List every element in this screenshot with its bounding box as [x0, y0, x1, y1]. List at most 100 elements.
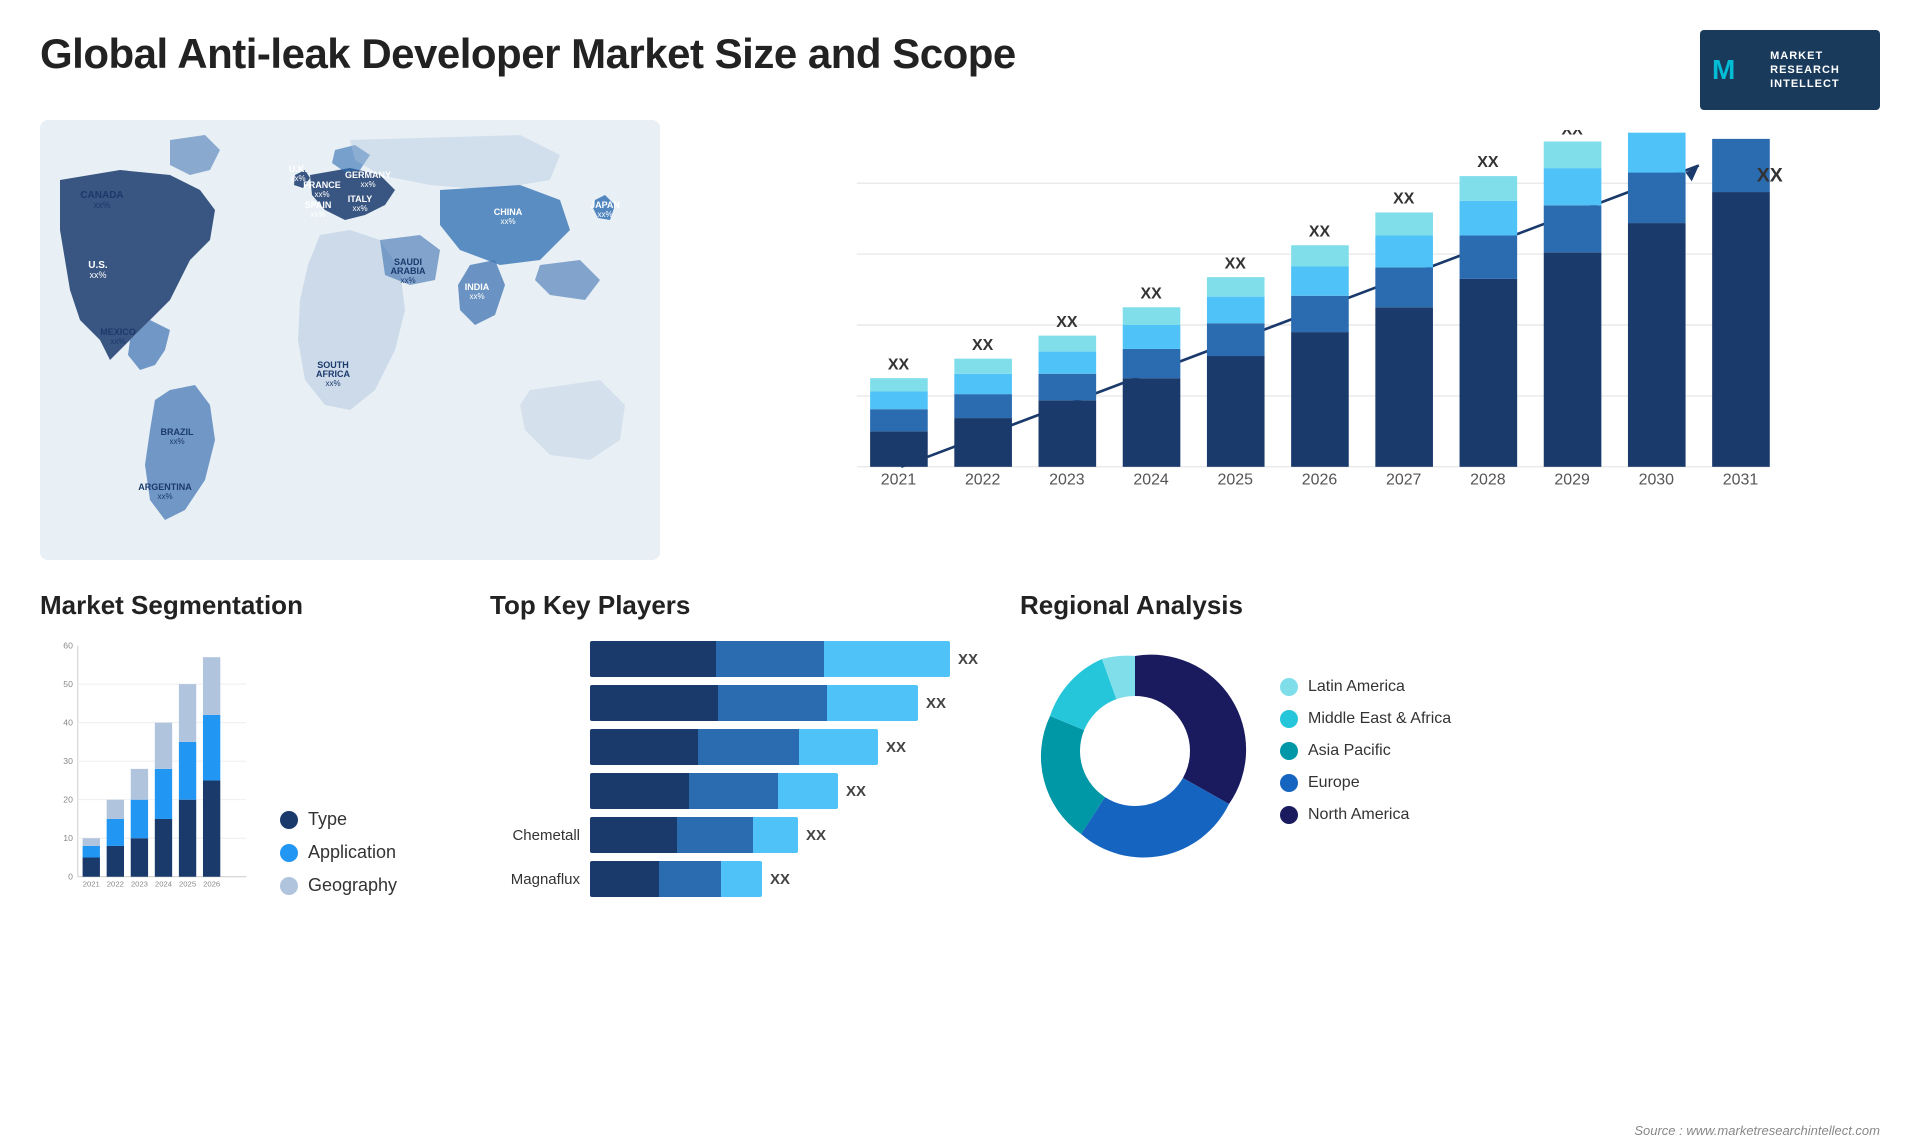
legend-latin-america: Latin America — [1280, 678, 1451, 696]
germany-label: GERMANY — [345, 170, 391, 180]
svg-text:XX: XX — [1140, 285, 1162, 302]
svg-text:0: 0 — [68, 872, 73, 882]
player-row-6: Magnaflux XX — [490, 861, 990, 897]
legend-europe: Europe — [1280, 774, 1451, 792]
donut-hole — [1080, 696, 1190, 806]
player-row-2: XX — [490, 685, 990, 721]
segmentation-legend: Type Application Geography — [280, 809, 397, 896]
svg-text:2025: 2025 — [179, 879, 196, 888]
svg-text:XX: XX — [1393, 191, 1415, 208]
player-label-2: XX — [926, 695, 946, 712]
svg-text:2026: 2026 — [1302, 472, 1338, 489]
player-row-3: XX — [490, 729, 990, 765]
svg-text:50: 50 — [63, 679, 73, 689]
svg-text:40: 40 — [63, 718, 73, 728]
svg-text:xx%: xx% — [500, 217, 515, 226]
svg-text:XX: XX — [888, 356, 910, 373]
player-label-6: XX — [770, 871, 790, 888]
player-bar-container-5: XX — [590, 817, 990, 853]
player-label-3: XX — [886, 739, 906, 756]
logo-box: M MARKET RESEARCH INTELLECT — [1700, 30, 1880, 110]
regional-content: Latin America Middle East & Africa Asia … — [1020, 636, 1880, 866]
header: Global Anti-leak Developer Market Size a… — [0, 0, 1920, 120]
svg-text:XX: XX — [1477, 154, 1499, 171]
svg-text:xx%: xx% — [314, 190, 329, 199]
svg-text:10: 10 — [63, 833, 73, 843]
svg-text:2027: 2027 — [1386, 472, 1422, 489]
svg-text:xx%: xx% — [110, 337, 125, 346]
svg-text:xx%: xx% — [400, 276, 415, 285]
svg-text:xx%: xx% — [310, 210, 325, 219]
logo-text: MARKET RESEARCH INTELLECT — [1770, 49, 1840, 92]
svg-text:AFRICA: AFRICA — [316, 369, 350, 379]
legend-item-type: Type — [280, 809, 397, 830]
regional-legend: Latin America Middle East & Africa Asia … — [1280, 678, 1451, 824]
svg-text:2023: 2023 — [131, 879, 148, 888]
source-text: Source : www.marketresearchintellect.com — [1634, 1123, 1880, 1138]
bottom-area: Market Segmentation 0 10 20 30 40 50 60 — [0, 570, 1920, 907]
application-label: Application — [308, 842, 396, 863]
svg-text:xx%: xx% — [169, 437, 184, 446]
player-bar-container-6: XX — [590, 861, 990, 897]
type-label: Type — [308, 809, 347, 830]
donut-chart-container — [1020, 636, 1250, 866]
svg-text:xx%: xx% — [157, 492, 172, 501]
svg-text:60: 60 — [63, 641, 73, 651]
player-bar-container-1: XX — [590, 641, 990, 677]
segmentation-content: 0 10 20 30 40 50 60 2021 — [40, 636, 460, 896]
logo-area: M MARKET RESEARCH INTELLECT — [1700, 30, 1880, 110]
svg-text:xx%: xx% — [325, 379, 340, 388]
world-map-section: CANADA xx% U.S. xx% MEXICO xx% BRAZIL xx… — [40, 120, 660, 560]
segmentation-section: Market Segmentation 0 10 20 30 40 50 60 — [40, 590, 460, 897]
svg-text:2028: 2028 — [1470, 472, 1506, 489]
player-bar-container-3: XX — [590, 729, 990, 765]
player-bar-5 — [590, 817, 798, 853]
application-dot — [280, 844, 298, 862]
bar-chart-section: XX 2021 XX 2022 XX 2023 XX 2024 — [680, 120, 1880, 560]
logo-letter: M — [1712, 54, 1735, 86]
svg-text:xx%: xx% — [93, 200, 110, 210]
svg-text:30: 30 — [63, 756, 73, 766]
segmentation-chart-svg: 0 10 20 30 40 50 60 2021 — [40, 636, 260, 896]
svg-text:xx%: xx% — [469, 292, 484, 301]
middle-east-label: Middle East & Africa — [1308, 710, 1451, 728]
svg-text:xx%: xx% — [89, 270, 106, 280]
legend-item-geography: Geography — [280, 875, 397, 896]
north-america-label: North America — [1308, 806, 1409, 824]
regional-section: Regional Analysis — [1020, 590, 1880, 897]
spain-label: SPAIN — [305, 200, 332, 210]
player-bar-4 — [590, 773, 838, 809]
segmentation-title: Market Segmentation — [40, 590, 460, 621]
logo-line3: INTELLECT — [1770, 77, 1840, 91]
legend-asia-pacific: Asia Pacific — [1280, 742, 1451, 760]
geography-label: Geography — [308, 875, 397, 896]
svg-text:2026: 2026 — [203, 879, 220, 888]
svg-text:XX: XX — [1561, 130, 1583, 138]
player-row-5: Chemetall XX — [490, 817, 990, 853]
logo-line2: RESEARCH — [1770, 63, 1840, 77]
svg-text:XX: XX — [1225, 255, 1247, 272]
middle-east-dot — [1280, 710, 1298, 728]
svg-text:XX: XX — [1757, 164, 1783, 186]
page-title: Global Anti-leak Developer Market Size a… — [40, 30, 1016, 78]
world-map-svg: CANADA xx% U.S. xx% MEXICO xx% BRAZIL xx… — [40, 120, 660, 560]
svg-text:2023: 2023 — [1049, 472, 1085, 489]
player-bar-6 — [590, 861, 762, 897]
france-label: FRANCE — [303, 180, 341, 190]
player-name-chemetall: Chemetall — [490, 827, 580, 844]
argentina-label: ARGENTINA — [138, 482, 192, 492]
svg-text:2031: 2031 — [1723, 472, 1759, 489]
legend-north-america: North America — [1280, 806, 1451, 824]
china-label: CHINA — [494, 207, 523, 217]
key-players-section: Top Key Players XX — [490, 590, 990, 897]
svg-text:XX: XX — [1309, 223, 1331, 240]
svg-text:20: 20 — [63, 795, 73, 805]
players-chart: XX XX — [490, 636, 990, 897]
mexico-label: MEXICO — [100, 327, 136, 337]
svg-text:XX: XX — [1056, 314, 1078, 331]
svg-text:2025: 2025 — [1218, 472, 1254, 489]
regional-title: Regional Analysis — [1020, 590, 1880, 621]
player-bar-1 — [590, 641, 950, 677]
svg-text:2021: 2021 — [881, 472, 917, 489]
svg-text:2024: 2024 — [1133, 472, 1169, 489]
